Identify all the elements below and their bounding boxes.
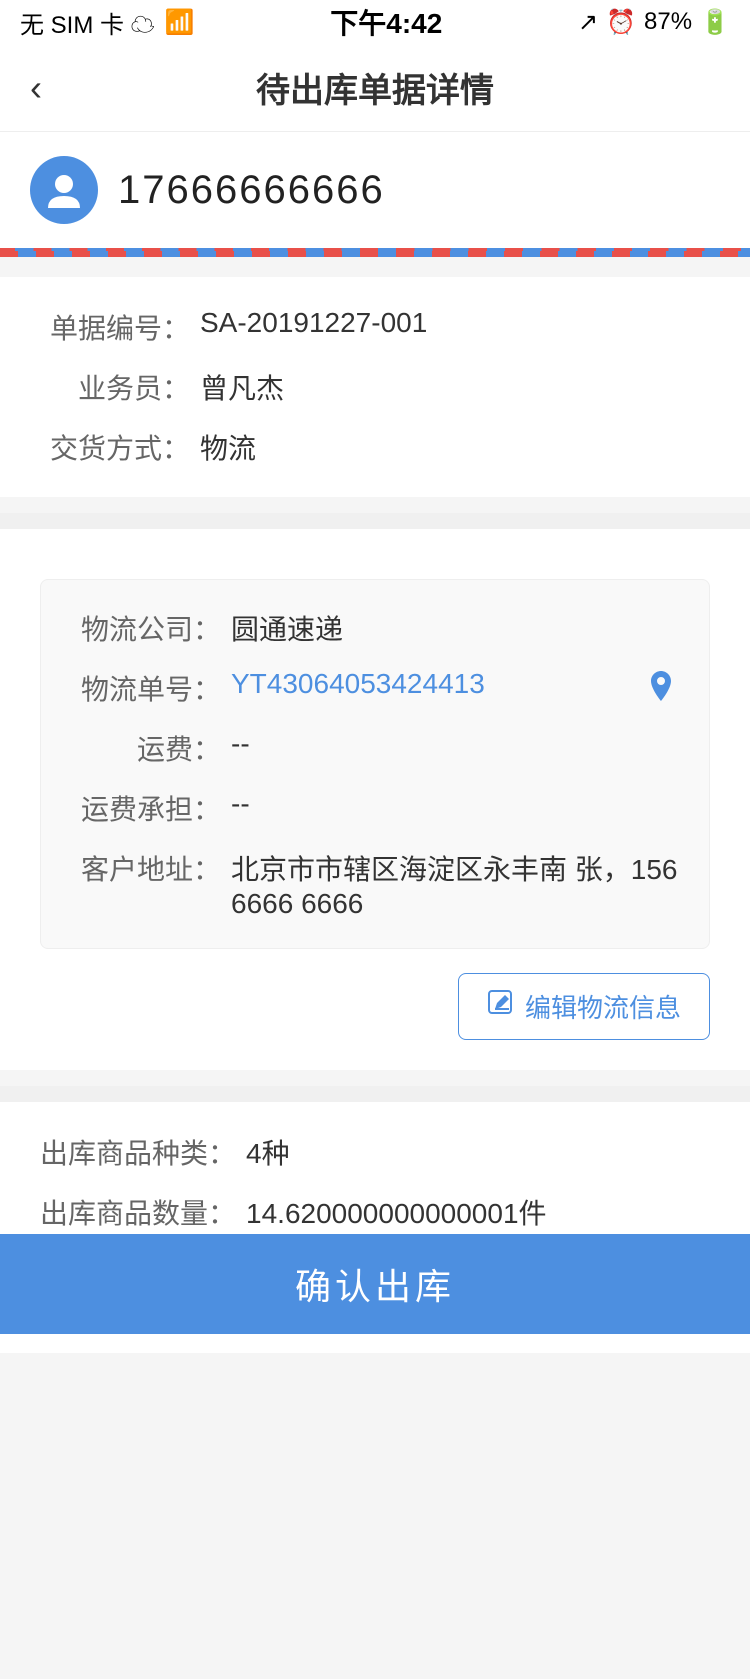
freight-bearer-row: 运费承担： -- [71,788,679,828]
salesperson-value: 曾凡杰 [200,367,710,407]
tracking-label: 物流单号： [71,668,231,708]
freight-label: 运费： [71,728,231,768]
salesperson-label: 业务员： [40,367,200,407]
edit-logistics-label: 编辑物流信息 [525,988,681,1025]
order-info-section: 单据编号： SA-20191227-001 业务员： 曾凡杰 交货方式： 物流 [0,277,750,497]
status-right: ↗ ⏰ 87% 🔋 [578,8,730,37]
order-num-value: SA-20191227-001 [200,307,710,339]
nav-bar: ‹ 待出库单据详情 [0,44,750,132]
avatar [30,156,98,224]
logistics-card: 物流公司： 圆通速递 物流单号： YT43064053424413 运费： --… [40,579,710,949]
edit-logistics-button[interactable]: 编辑物流信息 [458,973,710,1040]
address-label: 客户地址： [71,848,231,888]
freight-bearer-label: 运费承担： [71,788,231,828]
tracking-row: 物流单号： YT43064053424413 [71,668,679,708]
edit-icon [487,989,515,1024]
battery-icon: 🔋 [700,8,730,37]
edit-logistics-area: 编辑物流信息 [40,973,710,1040]
confirm-button-label: 确认出库 [295,1258,455,1310]
location-icon: ↗ [578,8,598,37]
delivery-label: 交货方式： [40,427,200,467]
tracking-value: YT43064053424413 [231,668,629,700]
delivery-value: 物流 [200,427,710,467]
status-time: 下午4:42 [330,2,442,42]
status-left: 无 SIM 卡 ☁ 📶 [20,5,195,40]
quantity-label: 出库商品数量： [40,1192,246,1232]
salesperson-row: 业务员： 曾凡杰 [40,367,710,407]
gray-separator [0,513,750,529]
freight-row: 运费： -- [71,728,679,768]
freight-bearer-value: -- [231,788,679,820]
sim-status: 无 SIM 卡 ☁ [20,5,155,40]
gray-separator-2 [0,1086,750,1102]
address-value: 北京市市辖区海淀区永丰南 张，156 6666 6666 [231,848,679,920]
empty-area [0,1369,750,1569]
order-num-row: 单据编号： SA-20191227-001 [40,307,710,347]
location-pin-icon[interactable] [643,668,679,704]
type-row: 出库商品种类： 4种 [40,1132,710,1172]
alarm-icon: ⏰ [606,8,636,37]
freight-value: -- [231,728,679,760]
status-bar: 无 SIM 卡 ☁ 📶 下午4:42 ↗ ⏰ 87% 🔋 [0,0,750,44]
customer-phone: 17666666666 [118,168,385,213]
quantity-value: 14.620000000000001件 [246,1192,710,1232]
address-row: 客户地址： 北京市市辖区海淀区永丰南 张，156 6666 6666 [71,848,679,920]
page-title: 待出库单据详情 [256,63,494,112]
delivery-row: 交货方式： 物流 [40,427,710,467]
customer-header: 17666666666 [0,132,750,251]
logistics-section: 物流公司： 圆通速递 物流单号： YT43064053424413 运费： --… [0,529,750,1070]
dashed-divider [0,251,750,257]
battery-level: 87% [644,8,692,36]
company-value: 圆通速递 [231,608,679,648]
type-label: 出库商品种类： [40,1132,246,1172]
back-button[interactable]: ‹ [30,67,42,109]
quantity-row: 出库商品数量： 14.620000000000001件 [40,1192,710,1232]
company-label: 物流公司： [71,608,231,648]
order-num-label: 单据编号： [40,307,200,347]
company-row: 物流公司： 圆通速递 [71,608,679,648]
wifi-icon: 📶 [165,8,195,37]
confirm-button[interactable]: 确认出库 [0,1234,750,1334]
type-value: 4种 [246,1132,710,1172]
